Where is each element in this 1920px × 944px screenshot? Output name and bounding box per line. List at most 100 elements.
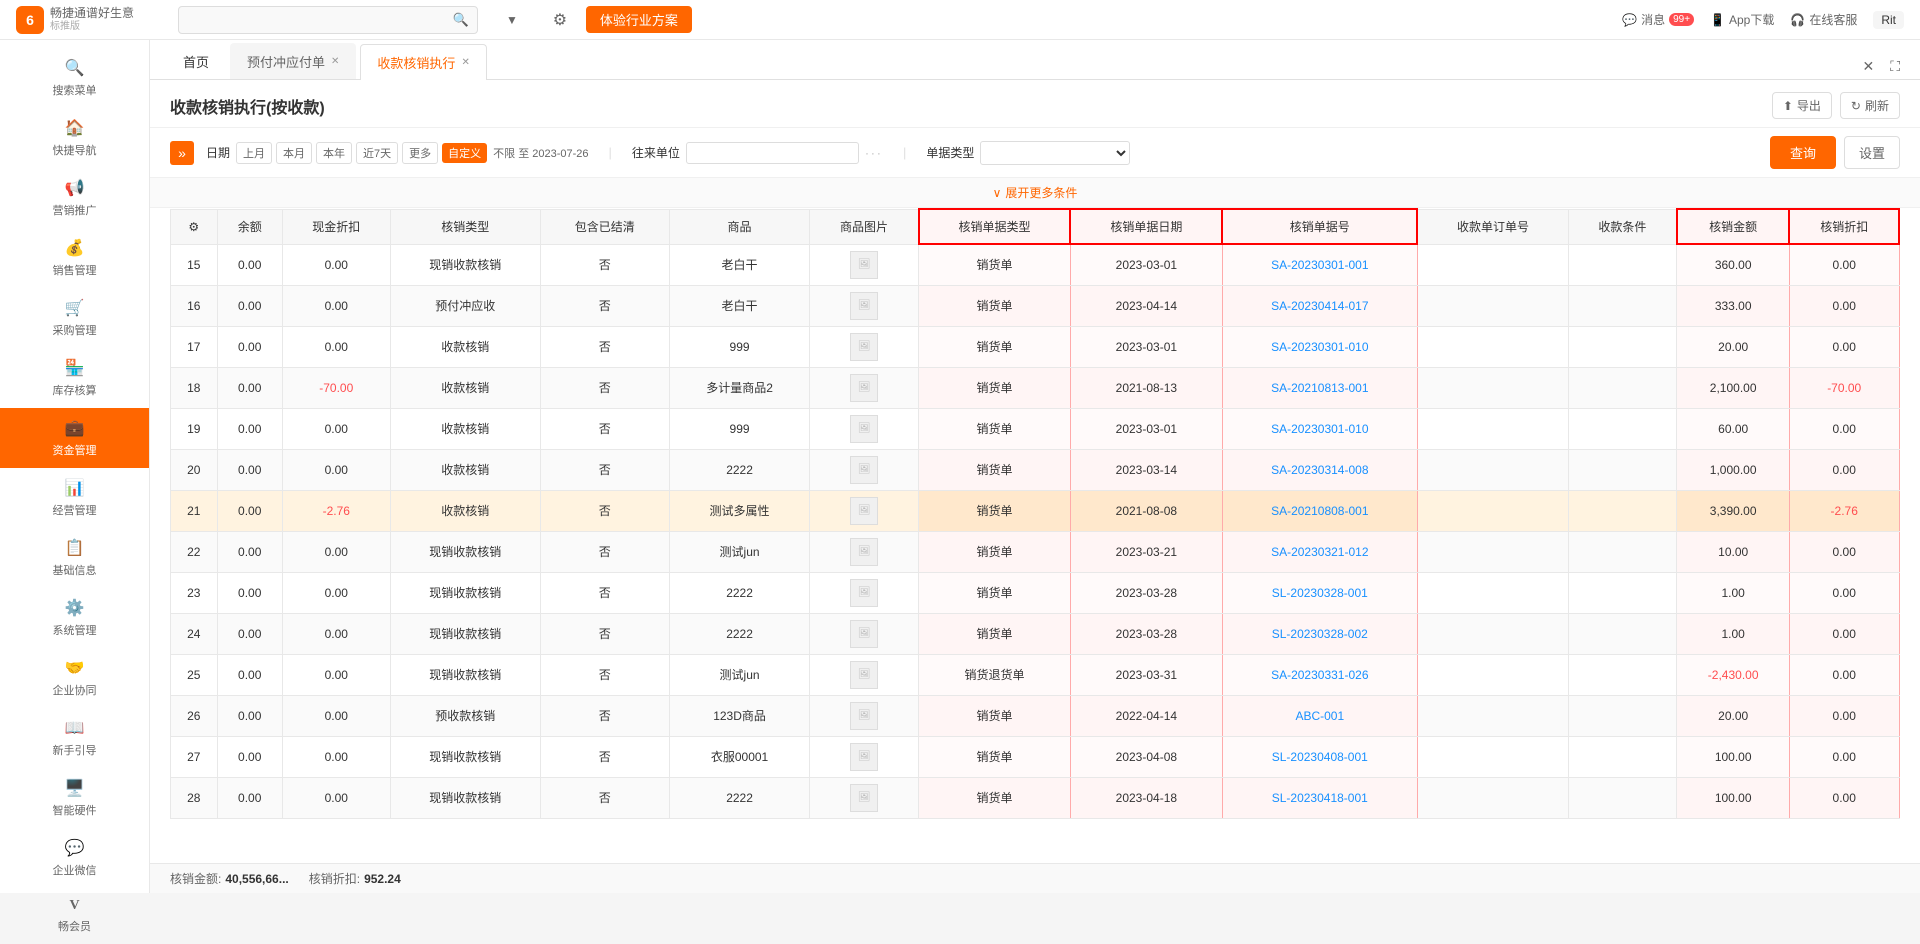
table-row[interactable]: 160.000.00预付冲应收否老白干🖼销货单2023-04-14SA-2023… bbox=[171, 285, 1900, 326]
table-row[interactable]: 170.000.00收款核销否999🖼销货单2023-03-01SA-20230… bbox=[171, 326, 1900, 367]
sidebar-item-operations[interactable]: 📊 经营管理 bbox=[0, 468, 149, 528]
cell-collection_order_no bbox=[1417, 367, 1568, 408]
sidebar-item-inventory[interactable]: 🏪 库存核算 bbox=[0, 348, 149, 408]
table-row[interactable]: 180.00-70.00收款核销否多计量商品2🖼销货单2021-08-13SA-… bbox=[171, 367, 1900, 408]
cell-cash_discount: 0.00 bbox=[282, 695, 390, 736]
sidebar-item-marketing[interactable]: 📢 营销推广 bbox=[0, 168, 149, 228]
filter-settings-btn[interactable]: 设置 bbox=[1844, 136, 1900, 169]
settings-gear-btn[interactable]: ⚙ bbox=[546, 6, 574, 34]
filter-date-label: 日期 bbox=[206, 144, 230, 161]
cell-verify_bill_no[interactable]: SA-20230414-017 bbox=[1222, 285, 1417, 326]
filter-partner-input[interactable] bbox=[686, 142, 859, 164]
tab-collection-close-icon[interactable]: ✕ bbox=[461, 57, 469, 68]
cell-verify_bill_no[interactable]: SL-20230418-001 bbox=[1222, 777, 1417, 818]
bill-no-link[interactable]: SA-20210808-001 bbox=[1271, 504, 1368, 518]
bill-no-link[interactable]: ABC-001 bbox=[1295, 709, 1344, 723]
cell-product: 衣服00001 bbox=[669, 736, 810, 777]
sidebar-item-quicknav[interactable]: 🏠 快捷导航 bbox=[0, 108, 149, 168]
product-image-cell: 🖼 bbox=[850, 620, 878, 648]
table-row[interactable]: 250.000.00现销收款核销否测试jun🖼销货退货单2023-03-31SA… bbox=[171, 654, 1900, 695]
table-row[interactable]: 240.000.00现销收款核销否2222🖼销货单2023-03-28SL-20… bbox=[171, 613, 1900, 654]
bill-no-link[interactable]: SA-20230321-012 bbox=[1271, 545, 1368, 559]
user-info[interactable]: Rit bbox=[1873, 11, 1904, 29]
table-row[interactable]: 220.000.00现销收款核销否测试jun🖼销货单2023-03-21SA-2… bbox=[171, 531, 1900, 572]
filter-date-custom-btn[interactable]: 自定义 bbox=[442, 143, 487, 163]
table-row[interactable]: 210.00-2.76收款核销否测试多属性🖼销货单2021-08-08SA-20… bbox=[171, 490, 1900, 531]
bill-no-link[interactable]: SA-20230414-017 bbox=[1271, 299, 1368, 313]
bill-no-link[interactable]: SA-20230331-026 bbox=[1271, 668, 1368, 682]
bill-no-link[interactable]: SA-20230301-010 bbox=[1271, 422, 1368, 436]
cell-verify_bill_no[interactable]: SL-20230408-001 bbox=[1222, 736, 1417, 777]
export-btn[interactable]: ⬆ 导出 bbox=[1772, 92, 1832, 119]
sidebar-item-search[interactable]: 🔍 搜索菜单 bbox=[0, 48, 149, 108]
filter-date-this-month[interactable]: 本月 bbox=[276, 142, 312, 164]
bill-no-link[interactable]: SL-20230408-001 bbox=[1272, 750, 1368, 764]
cell-verify_bill_no[interactable]: SL-20230328-001 bbox=[1222, 572, 1417, 613]
sidebar-item-hardware[interactable]: 🖥️ 智能硬件 bbox=[0, 768, 149, 828]
table-row[interactable]: 230.000.00现销收款核销否2222🖼销货单2023-03-28SL-20… bbox=[171, 572, 1900, 613]
tab-prepay[interactable]: 预付冲应付单 ✕ bbox=[230, 43, 356, 79]
table-row[interactable]: 270.000.00现销收款核销否衣服00001🖼销货单2023-04-08SL… bbox=[171, 736, 1900, 777]
online-service-btn[interactable]: 🎧 在线客服 bbox=[1790, 11, 1857, 28]
table-row[interactable]: 280.000.00现销收款核销否2222🖼销货单2023-04-18SL-20… bbox=[171, 777, 1900, 818]
sidebar-item-basics[interactable]: 📋 基础信息 bbox=[0, 528, 149, 588]
table-row[interactable]: 200.000.00收款核销否2222🖼销货单2023-03-14SA-2023… bbox=[171, 449, 1900, 490]
trial-industry-btn[interactable]: 体验行业方案 bbox=[586, 6, 692, 33]
tab-collection[interactable]: 收款核销执行 ✕ bbox=[360, 44, 486, 80]
cell-verify_amount: 3,390.00 bbox=[1677, 490, 1790, 531]
bill-no-link[interactable]: SA-20230314-008 bbox=[1271, 463, 1368, 477]
expand-more-conditions-btn[interactable]: ∨ 展开更多条件 bbox=[993, 184, 1078, 201]
search-input[interactable] bbox=[187, 13, 453, 27]
table-row[interactable]: 150.000.00现销收款核销否老白干🖼销货单2023-03-01SA-202… bbox=[171, 244, 1900, 285]
cell-product: 123D商品 bbox=[669, 695, 810, 736]
filter-date-last-month[interactable]: 上月 bbox=[236, 142, 272, 164]
bill-no-link[interactable]: SA-20230301-001 bbox=[1271, 258, 1368, 272]
cell-verify_bill_no[interactable]: SA-20230321-012 bbox=[1222, 531, 1417, 572]
cell-verify_bill_no[interactable]: SL-20230328-002 bbox=[1222, 613, 1417, 654]
sidebar-item-capital[interactable]: 💼 资金管理 bbox=[0, 408, 149, 468]
table-row[interactable]: 260.000.00预收款核销否123D商品🖼销货单2022-04-14ABC-… bbox=[171, 695, 1900, 736]
tab-home[interactable]: 首页 bbox=[166, 43, 226, 79]
sidebar-item-collab[interactable]: 🤝 企业协同 bbox=[0, 648, 149, 708]
filter-date-more[interactable]: 更多 bbox=[402, 142, 438, 164]
filter-expand-btn[interactable]: » bbox=[170, 141, 194, 165]
bill-no-link[interactable]: SL-20230328-002 bbox=[1272, 627, 1368, 641]
cell-verify_bill_no[interactable]: SA-20230314-008 bbox=[1222, 449, 1417, 490]
bill-no-link[interactable]: SL-20230418-001 bbox=[1272, 791, 1368, 805]
cell-verify_bill_no[interactable]: SA-20210808-001 bbox=[1222, 490, 1417, 531]
filter-date-this-year[interactable]: 本年 bbox=[316, 142, 352, 164]
cell-verify_bill_no[interactable]: SA-20210813-001 bbox=[1222, 367, 1417, 408]
refresh-btn[interactable]: ↻ 刷新 bbox=[1840, 92, 1900, 119]
cell-verify_bill_type: 销货单 bbox=[919, 285, 1071, 326]
sidebar-item-sales[interactable]: 💰 销售管理 bbox=[0, 228, 149, 288]
bill-no-link[interactable]: SA-20230301-010 bbox=[1271, 340, 1368, 354]
sidebar-item-wechat[interactable]: 💬 企业微信 bbox=[0, 828, 149, 888]
cell-verify_bill_no[interactable]: SA-20230331-026 bbox=[1222, 654, 1417, 695]
sidebar-item-system[interactable]: ⚙️ 系统管理 bbox=[0, 588, 149, 648]
sidebar-item-guide[interactable]: 📖 新手引导 bbox=[0, 708, 149, 768]
bill-no-link[interactable]: SL-20230328-001 bbox=[1272, 586, 1368, 600]
cell-verify_bill_no[interactable]: SA-20230301-001 bbox=[1222, 244, 1417, 285]
sidebar-item-purchase[interactable]: 🛒 采购管理 bbox=[0, 288, 149, 348]
filter-date-7days[interactable]: 近7天 bbox=[356, 142, 398, 164]
bill-no-link[interactable]: SA-20210813-001 bbox=[1271, 381, 1368, 395]
tab-prepay-close-icon[interactable]: ✕ bbox=[331, 56, 339, 67]
tab-close-all-btn[interactable]: ✕ bbox=[1858, 54, 1878, 79]
app-download-btn[interactable]: 📱 App下载 bbox=[1710, 11, 1774, 28]
sidebar-label-marketing: 营销推广 bbox=[53, 202, 97, 218]
tab-expand-btn[interactable]: ⛶ bbox=[1886, 54, 1904, 79]
search-box[interactable]: 🔍 bbox=[178, 6, 478, 34]
query-btn[interactable]: 查询 bbox=[1770, 136, 1836, 169]
filter-order-type-select[interactable] bbox=[980, 141, 1130, 165]
table-container[interactable]: ⚙ 余额 现金折扣 核销类型 包含已结清 商品 商品图片 核销单据类型 核销单据… bbox=[150, 208, 1920, 863]
cell-verify_bill_no[interactable]: SA-20230301-010 bbox=[1222, 326, 1417, 367]
cell-verify_bill_no[interactable]: SA-20230301-010 bbox=[1222, 408, 1417, 449]
cell-verify_bill_no[interactable]: ABC-001 bbox=[1222, 695, 1417, 736]
search-dropdown-btn[interactable]: ▼ bbox=[490, 0, 534, 40]
col-settings-header[interactable]: ⚙ bbox=[171, 209, 218, 244]
table-row[interactable]: 190.000.00收款核销否999🖼销货单2023-03-01SA-20230… bbox=[171, 408, 1900, 449]
cell-collection_condition bbox=[1568, 736, 1677, 777]
cell-verify_discount: -2.76 bbox=[1789, 490, 1899, 531]
sidebar-item-member[interactable]: V 畅会员 bbox=[0, 888, 149, 944]
message-btn[interactable]: 💬 消息 99+ bbox=[1622, 11, 1694, 28]
